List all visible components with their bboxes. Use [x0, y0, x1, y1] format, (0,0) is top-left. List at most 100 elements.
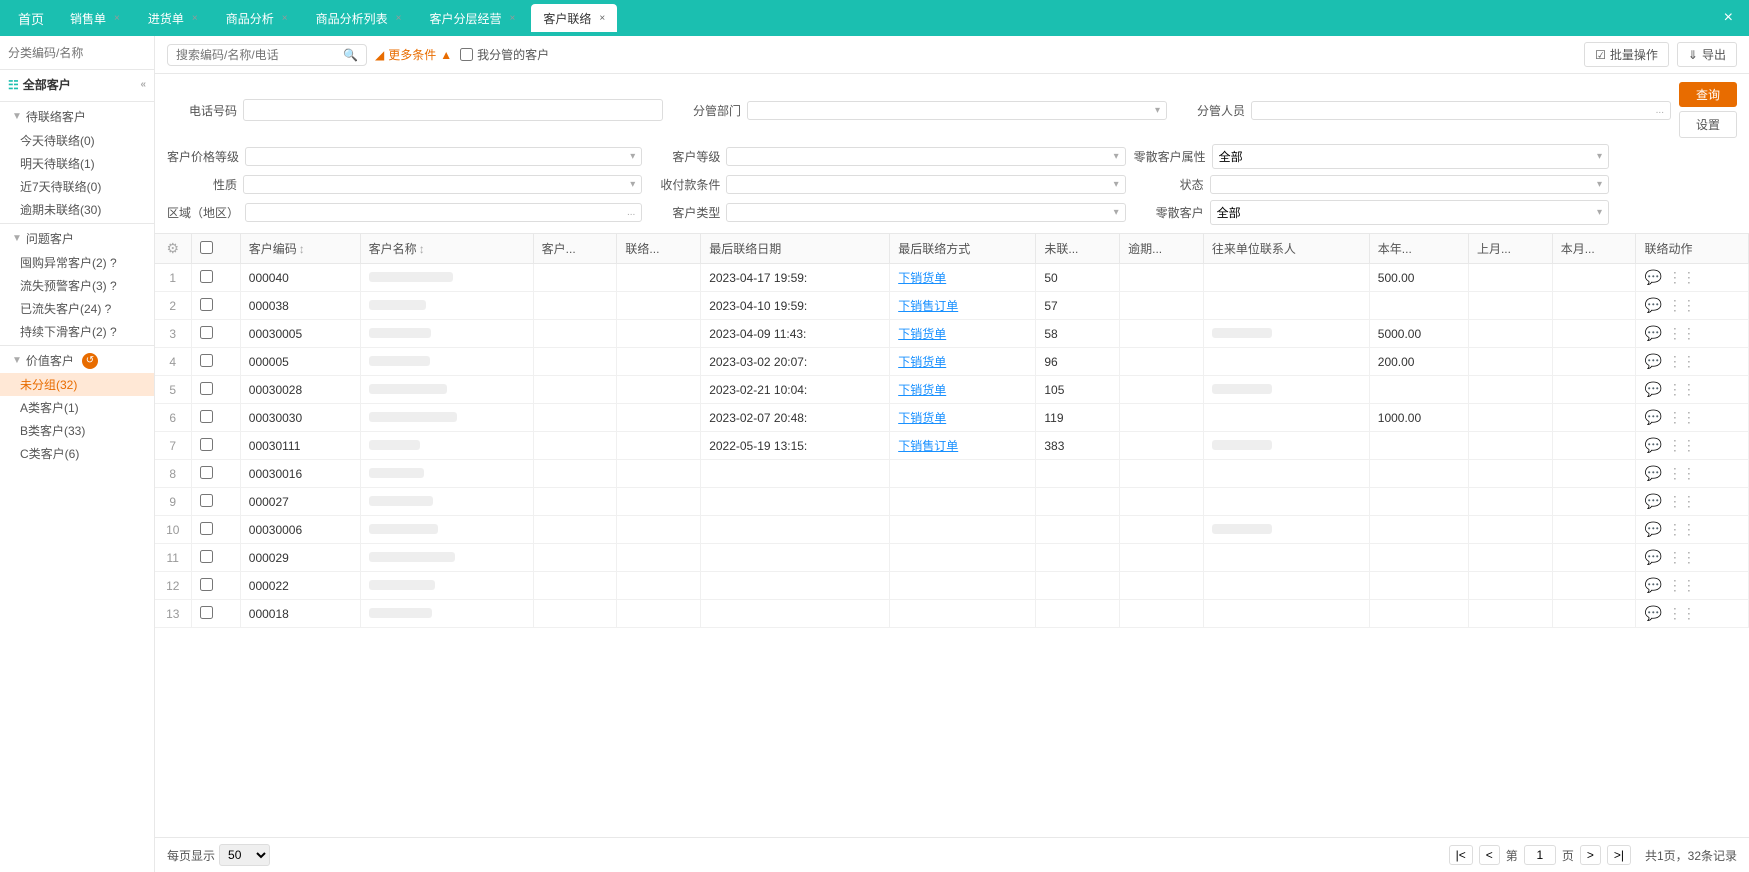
first-page-button[interactable]: |<	[1449, 845, 1473, 865]
window-close-icon[interactable]: ×	[1716, 9, 1741, 27]
export-button[interactable]: ⇓ 导出	[1677, 42, 1737, 67]
reset-button[interactable]: 设置	[1679, 111, 1737, 138]
chat-icon[interactable]: 💬	[1644, 549, 1661, 566]
sidebar-item-a-class[interactable]: A类客户(1)	[0, 396, 154, 419]
last-method-link[interactable]: 下销货单	[898, 327, 946, 341]
row-checkbox[interactable]	[200, 298, 213, 311]
sidebar-search-input[interactable]	[8, 46, 155, 60]
tab-customer-contact[interactable]: 客户联络 ×	[531, 4, 617, 32]
last-method-link[interactable]: 下销货单	[898, 411, 946, 425]
more-icon[interactable]: ⋮⋮	[1668, 465, 1696, 482]
retail-attr-select[interactable]: 全部 ▾	[1212, 144, 1609, 169]
select-all-checkbox[interactable]	[200, 241, 213, 254]
more-icon[interactable]: ⋮⋮	[1668, 437, 1696, 454]
tab-customer-contact-close[interactable]: ×	[599, 13, 605, 24]
sidebar-item-c-class[interactable]: C类客户(6)	[0, 442, 154, 465]
sidebar-item-tomorrow[interactable]: 明天待联络(1)	[0, 152, 154, 175]
last-method-link[interactable]: 下销货单	[898, 355, 946, 369]
more-icon[interactable]: ⋮⋮	[1668, 297, 1696, 314]
payment-select[interactable]: ▾	[726, 175, 1125, 194]
chat-icon[interactable]: 💬	[1644, 577, 1661, 594]
last-method-link[interactable]: 下销货单	[898, 383, 946, 397]
row-checkbox[interactable]	[200, 410, 213, 423]
sidebar-all-customers[interactable]: ☷ 全部客户 «	[0, 70, 154, 99]
sidebar-item-abnormal[interactable]: 囤购异常客户(2) ?	[0, 251, 154, 274]
chat-icon[interactable]: 💬	[1644, 493, 1661, 510]
sidebar-item-overdue[interactable]: 逾期未联络(30)	[0, 198, 154, 221]
chat-icon[interactable]: 💬	[1644, 437, 1661, 454]
more-icon[interactable]: ⋮⋮	[1668, 353, 1696, 370]
my-customers-checkbox[interactable]	[460, 48, 473, 61]
sidebar-collapse-icon[interactable]: «	[140, 79, 146, 90]
chat-icon[interactable]: 💬	[1644, 521, 1661, 538]
filter-search-icon[interactable]: 🔍	[343, 48, 358, 62]
sidebar-group-pending[interactable]: ▼ 待联络客户	[0, 104, 154, 129]
tab-purchase-close[interactable]: ×	[192, 13, 198, 24]
more-icon[interactable]: ⋮⋮	[1668, 325, 1696, 342]
chat-icon[interactable]: 💬	[1644, 409, 1661, 426]
tab-product-analysis[interactable]: 商品分析 ×	[214, 4, 300, 32]
more-icon[interactable]: ⋮⋮	[1668, 381, 1696, 398]
more-icon[interactable]: ⋮⋮	[1668, 409, 1696, 426]
region-select[interactable]: ...	[245, 203, 642, 222]
chat-icon[interactable]: 💬	[1644, 381, 1661, 398]
gender-select[interactable]: ▾	[243, 175, 642, 194]
chat-icon[interactable]: 💬	[1644, 465, 1661, 482]
phone-input[interactable]	[243, 99, 663, 121]
staff-select[interactable]: ...	[1251, 101, 1671, 120]
nav-home[interactable]: 首页	[8, 9, 54, 28]
tab-sales[interactable]: 销售单 ×	[58, 4, 132, 32]
row-checkbox[interactable]	[200, 326, 213, 339]
row-checkbox[interactable]	[200, 438, 213, 451]
sidebar-group-price[interactable]: ▼ 价值客户 ↺	[0, 348, 154, 373]
filter-more-conditions[interactable]: ◢ 更多条件 ▲	[375, 46, 452, 63]
batch-operation-button[interactable]: ☑ 批量操作	[1584, 42, 1669, 67]
prev-page-button[interactable]: <	[1479, 845, 1500, 865]
last-method-link[interactable]: 下销货单	[898, 271, 946, 285]
col-code-sort-icon[interactable]: ↕	[299, 242, 305, 256]
next-page-button[interactable]: >	[1580, 845, 1601, 865]
row-checkbox[interactable]	[200, 606, 213, 619]
row-checkbox[interactable]	[200, 270, 213, 283]
sidebar-item-declining[interactable]: 持续下滑客户(2) ?	[0, 320, 154, 343]
row-checkbox[interactable]	[200, 550, 213, 563]
settings-gear-icon[interactable]: ⚙	[166, 240, 179, 256]
last-method-link[interactable]: 下销售订单	[898, 299, 958, 313]
sidebar-item-unclassified[interactable]: 未分组(32)	[0, 373, 154, 396]
tab-sales-close[interactable]: ×	[114, 13, 120, 24]
customer-type-select[interactable]: ▾	[726, 203, 1125, 222]
dept-select[interactable]: ▾	[747, 101, 1167, 120]
row-checkbox[interactable]	[200, 466, 213, 479]
sidebar-item-lost[interactable]: 已流失客户(24) ?	[0, 297, 154, 320]
chat-icon[interactable]: 💬	[1644, 325, 1661, 342]
customer-level-select[interactable]: ▾	[726, 147, 1125, 166]
sidebar-item-7days[interactable]: 近7天待联络(0)	[0, 175, 154, 198]
tab-product-analysis-list-close[interactable]: ×	[396, 13, 402, 24]
tab-purchase[interactable]: 进货单 ×	[136, 4, 210, 32]
row-checkbox[interactable]	[200, 522, 213, 535]
more-icon[interactable]: ⋮⋮	[1668, 549, 1696, 566]
chat-icon[interactable]: 💬	[1644, 353, 1661, 370]
more-icon[interactable]: ⋮⋮	[1668, 493, 1696, 510]
more-icon[interactable]: ⋮⋮	[1668, 605, 1696, 622]
chat-icon[interactable]: 💬	[1644, 297, 1661, 314]
tab-product-analysis-list[interactable]: 商品分析列表 ×	[304, 4, 414, 32]
my-customers-checkbox-label[interactable]: 我分管的客户	[460, 46, 549, 63]
more-icon[interactable]: ⋮⋮	[1668, 577, 1696, 594]
row-checkbox[interactable]	[200, 578, 213, 591]
col-name-sort-icon[interactable]: ↕	[419, 242, 425, 256]
more-icon[interactable]: ⋮⋮	[1668, 269, 1696, 286]
row-checkbox[interactable]	[200, 382, 213, 395]
tab-customer-segmentation-close[interactable]: ×	[509, 13, 515, 24]
page-size-select[interactable]: 20 50 100	[219, 844, 270, 866]
retail-customer-select[interactable]: 全部 ▾	[1210, 200, 1609, 225]
sidebar-group-problem[interactable]: ▼ 问题客户	[0, 226, 154, 251]
sidebar-item-churn[interactable]: 流失预警客户(3) ?	[0, 274, 154, 297]
chat-icon[interactable]: 💬	[1644, 269, 1661, 286]
page-number-input[interactable]	[1524, 845, 1556, 865]
row-checkbox[interactable]	[200, 494, 213, 507]
chat-icon[interactable]: 💬	[1644, 605, 1661, 622]
sidebar-item-b-class[interactable]: B类客户(33)	[0, 419, 154, 442]
status-select[interactable]: ▾	[1210, 175, 1609, 194]
last-page-button[interactable]: >|	[1607, 845, 1631, 865]
